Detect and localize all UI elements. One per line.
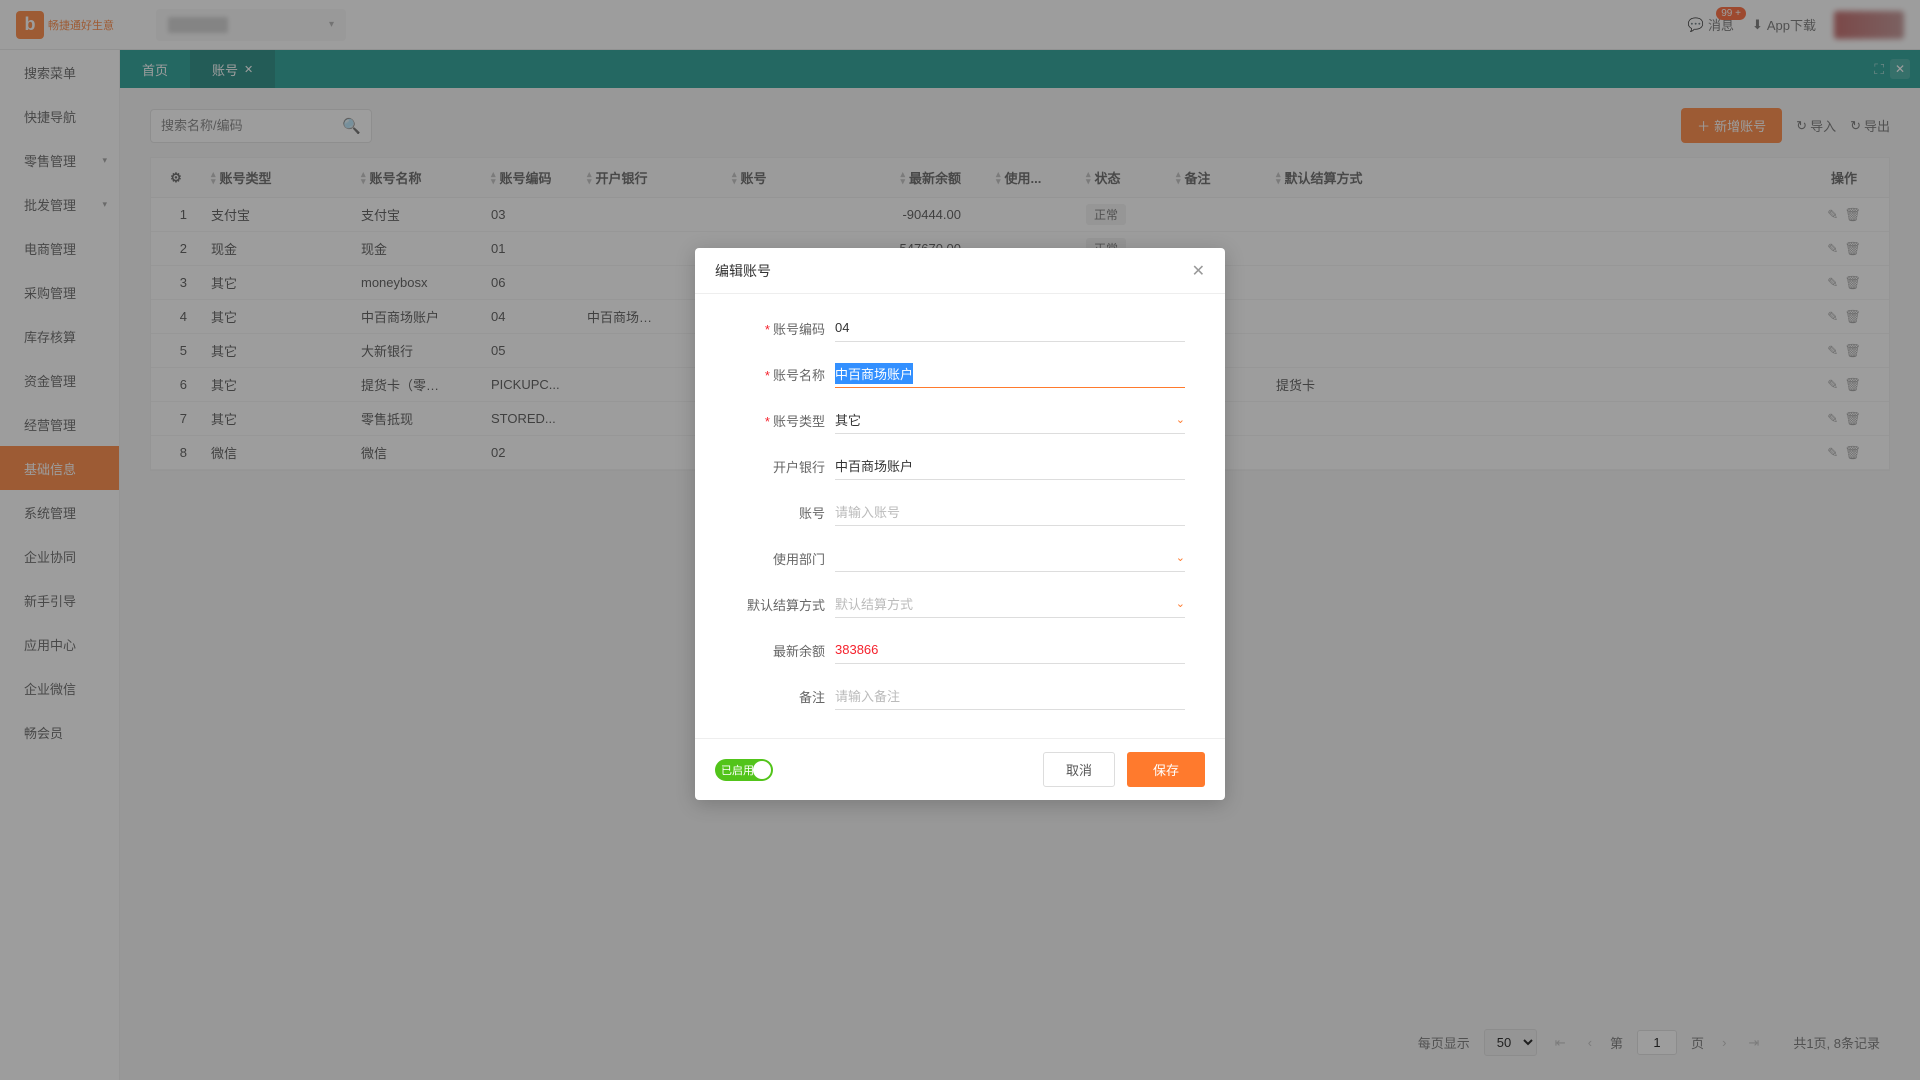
field-acc[interactable]: 请输入账号 bbox=[835, 498, 1185, 526]
field-type[interactable]: 其它⌄ bbox=[835, 406, 1185, 434]
label-remark: 备注 bbox=[799, 690, 825, 705]
label-bank: 开户银行 bbox=[773, 460, 825, 475]
label-type: 账号类型 bbox=[773, 414, 825, 429]
dialog-close-icon[interactable]: ✕ bbox=[1192, 261, 1205, 281]
dialog-title: 编辑账号 bbox=[715, 261, 771, 281]
toggle-label: 已启用 bbox=[721, 762, 754, 778]
field-dept[interactable]: ⌄ bbox=[835, 544, 1185, 572]
chevron-down-icon: ⌄ bbox=[1176, 551, 1185, 564]
modal-overlay: 编辑账号 ✕ *账号编码 04 *账号名称 中百商场账户 *账号类型 其它⌄ 开… bbox=[0, 0, 1920, 1080]
toggle-knob bbox=[753, 761, 771, 779]
field-settle[interactable]: 默认结算方式⌄ bbox=[835, 590, 1185, 618]
label-settle: 默认结算方式 bbox=[747, 598, 825, 613]
label-balance: 最新余额 bbox=[773, 644, 825, 659]
field-balance[interactable]: 383866 bbox=[835, 636, 1185, 664]
label-dept: 使用部门 bbox=[773, 552, 825, 567]
cancel-button[interactable]: 取消 bbox=[1043, 752, 1115, 787]
chevron-down-icon: ⌄ bbox=[1176, 413, 1185, 426]
field-bank[interactable]: 中百商场账户 bbox=[835, 452, 1185, 480]
label-acc: 账号 bbox=[799, 506, 825, 521]
field-remark[interactable]: 请输入备注 bbox=[835, 682, 1185, 710]
enabled-toggle[interactable]: 已启用 bbox=[715, 759, 773, 781]
save-button[interactable]: 保存 bbox=[1127, 752, 1205, 787]
field-name[interactable]: 中百商场账户 bbox=[835, 360, 1185, 388]
edit-account-dialog: 编辑账号 ✕ *账号编码 04 *账号名称 中百商场账户 *账号类型 其它⌄ 开… bbox=[695, 248, 1225, 800]
label-code: 账号编码 bbox=[773, 322, 825, 337]
label-name: 账号名称 bbox=[773, 368, 825, 383]
field-code[interactable]: 04 bbox=[835, 314, 1185, 342]
dialog-header: 编辑账号 ✕ bbox=[695, 248, 1225, 294]
chevron-down-icon: ⌄ bbox=[1176, 597, 1185, 610]
